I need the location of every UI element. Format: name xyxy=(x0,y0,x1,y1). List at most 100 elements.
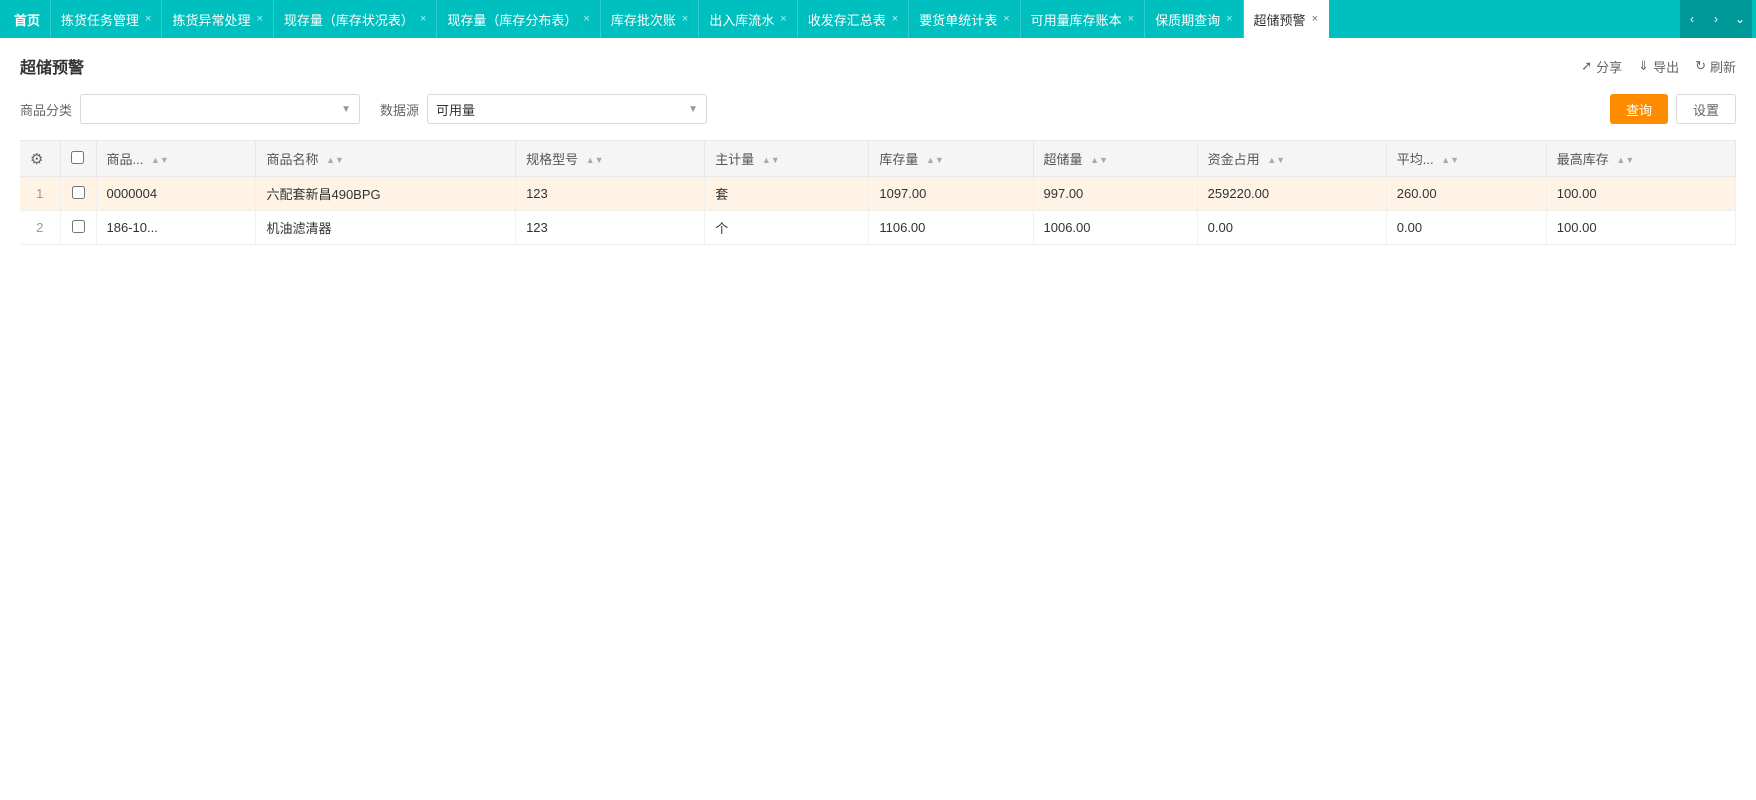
chevron-down-icon: ▼ xyxy=(688,104,698,115)
th-code[interactable]: 商品... ▲▼ xyxy=(96,141,256,177)
row-max: 100.00 xyxy=(1546,177,1735,211)
nav-bar: 首页 拣货任务管理 × 拣货异常处理 × 现存量（库存状况表） × 现存量（库存… xyxy=(0,0,1756,38)
th-avg[interactable]: 平均... ▲▼ xyxy=(1386,141,1546,177)
page-content: 超储预警 ➚ 分享 ⇓ 导出 ↻ 刷新 商品分类 ▼ 数据源 xyxy=(0,38,1756,261)
nav-next-arrow[interactable]: › xyxy=(1704,0,1728,38)
row-number: 2 xyxy=(20,211,60,245)
nav-tab-7[interactable]: 收发存汇总表 × xyxy=(798,0,909,38)
nav-tab-3[interactable]: 现存量（库存状况表） × xyxy=(274,0,437,38)
row-name: 六配套新昌490BPG xyxy=(256,177,516,211)
nav-tab-4[interactable]: 现存量（库存分布表） × xyxy=(437,0,600,38)
category-label: 商品分类 xyxy=(20,100,72,119)
sort-icon: ▲▼ xyxy=(151,156,169,165)
nav-arrows: ‹ › ⌄ xyxy=(1680,0,1752,38)
close-icon[interactable]: × xyxy=(256,13,262,25)
sort-icon: ▲▼ xyxy=(586,156,604,165)
row-over: 997.00 xyxy=(1033,177,1197,211)
data-table: ⚙ 商品... ▲▼ 商品名称 ▲▼ 规格型号 ▲▼ 主计 xyxy=(20,140,1736,245)
chevron-down-icon: ▼ xyxy=(341,104,351,115)
share-button[interactable]: ➚ 分享 xyxy=(1581,57,1622,76)
close-icon[interactable]: × xyxy=(1226,13,1232,25)
row-checkbox[interactable] xyxy=(72,220,85,233)
refresh-icon: ↻ xyxy=(1695,58,1706,74)
close-icon[interactable]: × xyxy=(1003,13,1009,25)
row-spec: 123 xyxy=(516,177,705,211)
nav-tab-9[interactable]: 可用量库存账本 × xyxy=(1021,0,1145,38)
row-over: 1006.00 xyxy=(1033,211,1197,245)
row-checkbox-cell[interactable] xyxy=(60,211,96,245)
close-icon[interactable]: × xyxy=(1312,13,1318,25)
row-name: 机油滤清器 xyxy=(256,211,516,245)
nav-menu-arrow[interactable]: ⌄ xyxy=(1728,0,1752,38)
row-stock: 1097.00 xyxy=(869,177,1033,211)
row-avg: 260.00 xyxy=(1386,177,1546,211)
th-spec[interactable]: 规格型号 ▲▼ xyxy=(516,141,705,177)
row-unit: 个 xyxy=(705,211,869,245)
datasource-filter: 数据源 可用量 ▼ xyxy=(380,94,707,124)
row-capital: 0.00 xyxy=(1197,211,1386,245)
datasource-select[interactable]: 可用量 ▼ xyxy=(427,94,707,124)
page-title: 超储预警 xyxy=(20,54,84,78)
category-select[interactable]: ▼ xyxy=(80,94,360,124)
row-capital: 259220.00 xyxy=(1197,177,1386,211)
row-unit: 套 xyxy=(705,177,869,211)
th-stock[interactable]: 库存量 ▲▼ xyxy=(869,141,1033,177)
th-checkbox[interactable] xyxy=(60,141,96,177)
row-number: 1 xyxy=(20,177,60,211)
category-filter: 商品分类 ▼ xyxy=(20,94,360,124)
nav-tab-10[interactable]: 保质期查询 × xyxy=(1145,0,1243,38)
row-checkbox-cell[interactable] xyxy=(60,177,96,211)
close-icon[interactable]: × xyxy=(583,13,589,25)
nav-tab-1[interactable]: 拣货任务管理 × xyxy=(51,0,162,38)
share-icon: ➚ xyxy=(1581,58,1592,74)
close-icon[interactable]: × xyxy=(1128,13,1134,25)
export-icon: ⇓ xyxy=(1638,58,1649,74)
export-button[interactable]: ⇓ 导出 xyxy=(1638,57,1679,76)
close-icon[interactable]: × xyxy=(780,13,786,25)
th-name[interactable]: 商品名称 ▲▼ xyxy=(256,141,516,177)
th-gear[interactable]: ⚙ xyxy=(20,141,60,177)
row-max: 100.00 xyxy=(1546,211,1735,245)
close-icon[interactable]: × xyxy=(420,13,426,25)
row-code: 0000004 xyxy=(96,177,256,211)
sort-icon: ▲▼ xyxy=(326,156,344,165)
select-all-checkbox[interactable] xyxy=(71,151,84,164)
close-icon[interactable]: × xyxy=(682,13,688,25)
datasource-label: 数据源 xyxy=(380,100,419,119)
datasource-select-value: 可用量 xyxy=(436,100,475,119)
sort-icon: ▲▼ xyxy=(1267,156,1285,165)
query-button[interactable]: 查询 xyxy=(1610,94,1668,124)
th-capital[interactable]: 资金占用 ▲▼ xyxy=(1197,141,1386,177)
nav-tab-8[interactable]: 要货单统计表 × xyxy=(909,0,1020,38)
row-avg: 0.00 xyxy=(1386,211,1546,245)
close-icon[interactable]: × xyxy=(892,13,898,25)
nav-prev-arrow[interactable]: ‹ xyxy=(1680,0,1704,38)
row-code: 186-10... xyxy=(96,211,256,245)
sort-icon: ▲▼ xyxy=(1090,156,1108,165)
filter-buttons: 查询 设置 xyxy=(1610,94,1736,124)
sort-icon: ▲▼ xyxy=(1616,156,1634,165)
page-actions: ➚ 分享 ⇓ 导出 ↻ 刷新 xyxy=(1581,57,1736,76)
table-row: 2 186-10... 机油滤清器 123 个 1106.00 1006.00 … xyxy=(20,211,1736,245)
settings-button[interactable]: 设置 xyxy=(1676,94,1736,124)
page-header: 超储预警 ➚ 分享 ⇓ 导出 ↻ 刷新 xyxy=(20,54,1736,78)
gear-icon[interactable]: ⚙ xyxy=(30,151,43,168)
th-over[interactable]: 超储量 ▲▼ xyxy=(1033,141,1197,177)
nav-home[interactable]: 首页 xyxy=(4,0,51,38)
nav-tab-5[interactable]: 库存批次账 × xyxy=(601,0,699,38)
row-checkbox[interactable] xyxy=(72,186,85,199)
close-icon[interactable]: × xyxy=(145,13,151,25)
th-unit[interactable]: 主计量 ▲▼ xyxy=(705,141,869,177)
table-row: 1 0000004 六配套新昌490BPG 123 套 1097.00 997.… xyxy=(20,177,1736,211)
sort-icon: ▲▼ xyxy=(762,156,780,165)
table-header-row: ⚙ 商品... ▲▼ 商品名称 ▲▼ 规格型号 ▲▼ 主计 xyxy=(20,141,1736,177)
nav-tab-6[interactable]: 出入库流水 × xyxy=(699,0,797,38)
th-max[interactable]: 最高库存 ▲▼ xyxy=(1546,141,1735,177)
nav-tab-11[interactable]: 超储预警 × xyxy=(1244,0,1329,38)
filter-row: 商品分类 ▼ 数据源 可用量 ▼ 查询 设置 xyxy=(20,94,1736,124)
row-stock: 1106.00 xyxy=(869,211,1033,245)
sort-icon: ▲▼ xyxy=(1441,156,1459,165)
refresh-button[interactable]: ↻ 刷新 xyxy=(1695,57,1736,76)
row-spec: 123 xyxy=(516,211,705,245)
nav-tab-2[interactable]: 拣货异常处理 × xyxy=(162,0,273,38)
